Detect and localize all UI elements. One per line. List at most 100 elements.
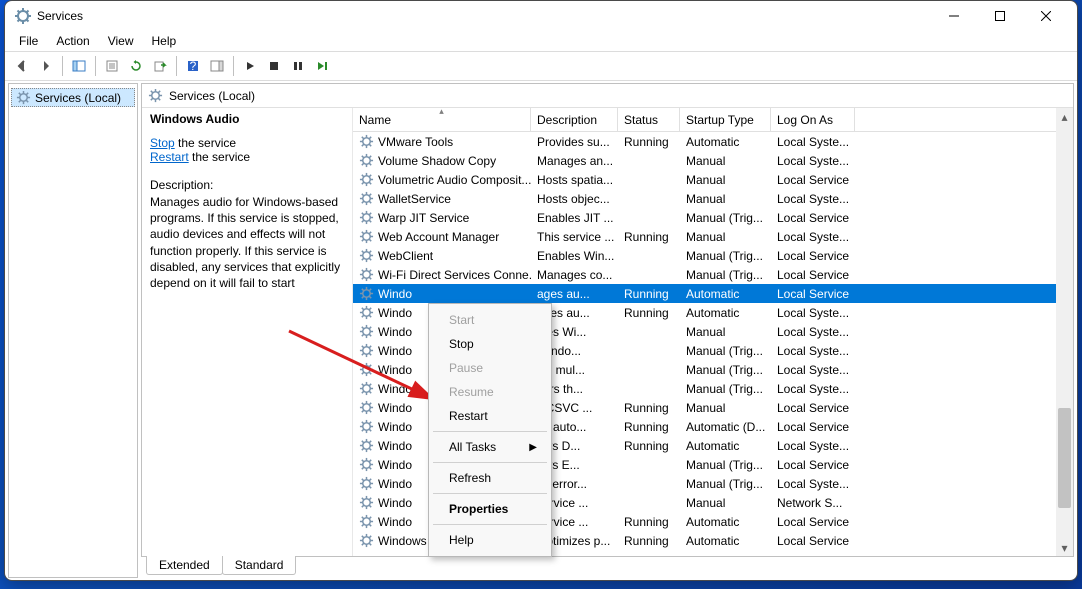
vertical-scrollbar[interactable]: ▴ ▾ <box>1056 108 1073 556</box>
table-row[interactable]: Warp JIT ServiceEnables JIT ...Manual (T… <box>353 208 1073 227</box>
cell-status: Running <box>618 287 680 301</box>
stop-link[interactable]: Stop <box>150 136 175 150</box>
cell-logon: Network S... <box>771 496 855 510</box>
ctx-all-tasks[interactable]: All Tasks▶ <box>431 435 549 459</box>
window-title: Services <box>37 9 83 23</box>
cell-logon: Local Syste... <box>771 477 855 491</box>
table-row[interactable]: Volume Shadow CopyManages an...ManualLoc… <box>353 151 1073 170</box>
cell-status: Running <box>618 401 680 415</box>
restart-service-button[interactable] <box>311 55 333 77</box>
table-row[interactable]: Windoages au...RunningAutomaticLocal Ser… <box>353 284 1073 303</box>
gear-icon <box>359 343 374 358</box>
cell-logon: Local Service <box>771 211 855 225</box>
scroll-thumb[interactable] <box>1058 408 1071 508</box>
export-button[interactable] <box>149 55 171 77</box>
menu-view[interactable]: View <box>100 32 142 50</box>
cell-startup: Manual (Trig... <box>680 382 771 396</box>
cell-description: Manages co... <box>531 268 618 282</box>
cell-startup: Manual (Trig... <box>680 344 771 358</box>
cell-description: Enables Win... <box>531 249 618 263</box>
sort-arrow-icon: ▴ <box>439 108 444 117</box>
restart-link[interactable]: Restart <box>150 150 189 164</box>
cell-status: Running <box>618 515 680 529</box>
cell-startup: Automatic <box>680 135 771 149</box>
cell-logon: Local Syste... <box>771 344 855 358</box>
cell-description: ages au... <box>531 287 618 301</box>
ctx-restart[interactable]: Restart <box>431 404 549 428</box>
tree-pane[interactable]: Services (Local) <box>8 83 138 578</box>
ctx-stop[interactable]: Stop <box>431 332 549 356</box>
table-row[interactable]: WebClientEnables Win...Manual (Trig...Lo… <box>353 246 1073 265</box>
ctx-start: Start <box>431 308 549 332</box>
cell-status: Running <box>618 135 680 149</box>
scroll-up-button[interactable]: ▴ <box>1056 108 1073 125</box>
table-row[interactable]: Wi-Fi Direct Services Conne...Manages co… <box>353 265 1073 284</box>
properties-button[interactable] <box>101 55 123 77</box>
back-button[interactable] <box>11 55 33 77</box>
gear-icon <box>359 229 374 244</box>
maximize-button[interactable] <box>977 1 1023 31</box>
stop-service-button[interactable] <box>263 55 285 77</box>
gear-icon <box>359 324 374 339</box>
cell-startup: Manual <box>680 230 771 244</box>
cell-logon: Local Syste... <box>771 135 855 149</box>
table-row[interactable]: Web Account ManagerThis service ...Runni… <box>353 227 1073 246</box>
col-status[interactable]: Status <box>618 108 680 131</box>
pause-service-button[interactable] <box>287 55 309 77</box>
show-hide-tree-button[interactable] <box>68 55 90 77</box>
tab-extended[interactable]: Extended <box>146 556 223 575</box>
menu-help[interactable]: Help <box>144 32 185 50</box>
refresh-button[interactable] <box>125 55 147 77</box>
cell-name: Windo <box>353 286 531 301</box>
cell-startup: Manual (Trig... <box>680 268 771 282</box>
gear-icon <box>359 495 374 510</box>
menubar: File Action View Help <box>5 31 1077 51</box>
table-row[interactable]: WalletServiceHosts objec...ManualLocal S… <box>353 189 1073 208</box>
table-row[interactable]: VMware ToolsProvides su...RunningAutomat… <box>353 132 1073 151</box>
cell-startup: Manual <box>680 496 771 510</box>
restart-text: the service <box>189 150 250 164</box>
cell-startup: Manual <box>680 154 771 168</box>
cell-startup: Automatic <box>680 306 771 320</box>
ctx-refresh[interactable]: Refresh <box>431 466 549 490</box>
gear-icon <box>359 457 374 472</box>
minimize-button[interactable] <box>931 1 977 31</box>
table-row[interactable]: Volumetric Audio Composit...Hosts spatia… <box>353 170 1073 189</box>
col-startup-type[interactable]: Startup Type <box>680 108 771 131</box>
ctx-help[interactable]: Help <box>431 528 549 552</box>
cell-description: This service ... <box>531 230 618 244</box>
tab-standard[interactable]: Standard <box>222 556 297 575</box>
cell-logon: Local Service <box>771 401 855 415</box>
cell-status: Running <box>618 439 680 453</box>
col-name[interactable]: ▴Name <box>353 108 531 131</box>
cell-description: Provides su... <box>531 135 618 149</box>
cell-name: Wi-Fi Direct Services Conne... <box>353 267 531 282</box>
start-service-button[interactable] <box>239 55 261 77</box>
ctx-properties[interactable]: Properties <box>431 497 549 521</box>
menu-action[interactable]: Action <box>48 32 97 50</box>
gear-icon <box>359 533 374 548</box>
help-button[interactable]: ? <box>182 55 204 77</box>
forward-button[interactable] <box>35 55 57 77</box>
cell-logon: Local Syste... <box>771 382 855 396</box>
cell-logon: Local Syste... <box>771 439 855 453</box>
cell-name: WalletService <box>353 191 531 206</box>
col-description[interactable]: Description <box>531 108 618 131</box>
cell-logon: Local Syste... <box>771 192 855 206</box>
cell-startup: Manual <box>680 192 771 206</box>
menu-file[interactable]: File <box>11 32 46 50</box>
panel-title: Services (Local) <box>169 89 255 103</box>
cell-name: Volumetric Audio Composit... <box>353 172 531 187</box>
cell-startup: Manual (Trig... <box>680 477 771 491</box>
gear-icon <box>16 90 31 105</box>
close-button[interactable] <box>1023 1 1069 31</box>
cell-description: Enables JIT ... <box>531 211 618 225</box>
scroll-down-button[interactable]: ▾ <box>1056 539 1073 556</box>
col-log-on-as[interactable]: Log On As <box>771 108 855 131</box>
show-hide-action-pane-button[interactable] <box>206 55 228 77</box>
tree-node-services-local[interactable]: Services (Local) <box>11 88 135 107</box>
gear-icon <box>359 191 374 206</box>
cell-logon: Local Service <box>771 173 855 187</box>
gear-icon <box>359 210 374 225</box>
gear-icon <box>148 88 163 103</box>
